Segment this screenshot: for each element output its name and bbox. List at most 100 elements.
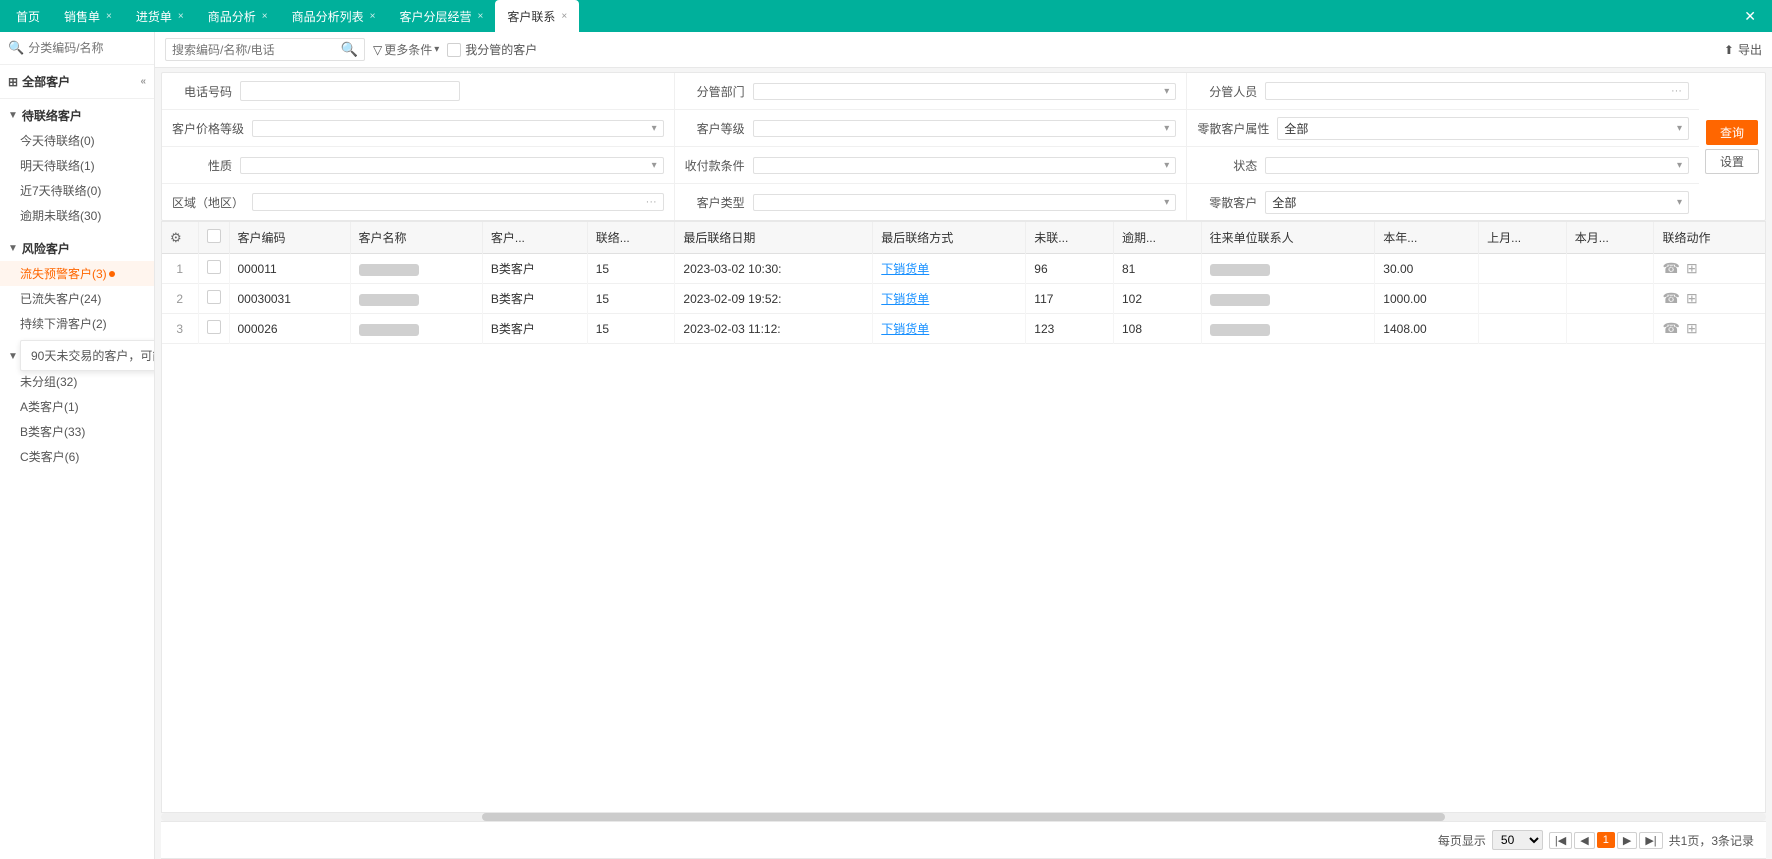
tab-product-analysis[interactable]: 商品分析 × [196,0,280,32]
customer-type-select[interactable]: ▾ [753,194,1177,211]
table-row: 1 000011 B类客户 15 2023-03-02 10:30: 下销货单 … [162,254,1765,284]
tab-sales[interactable]: 销售单 × [52,0,124,32]
page-first-btn[interactable]: |◀ [1549,832,1572,849]
col-unlinked-days: 未联... [1026,222,1114,254]
filter-cell-zero-customer: 零散客户 全部 ▾ [1187,184,1699,220]
page-next-btn[interactable]: ▶ [1617,832,1637,849]
tab-close-customer-contact[interactable]: × [561,11,567,22]
tab-customer-contact[interactable]: 客户联系 × [495,0,579,32]
sidebar-item-class-b[interactable]: B类客户(33) [0,419,154,444]
phone-input[interactable] [240,81,460,101]
filter-cell-customer-grade: 客户等级 ▾ [675,110,1188,146]
contact-method-link-2[interactable]: 下销货单 [881,322,929,336]
row-check-0[interactable] [207,260,221,274]
customer-grade-select[interactable]: ▾ [753,120,1177,137]
export-button[interactable]: ⬆ 导出 [1724,41,1762,58]
page-prev-btn[interactable]: ◀ [1574,832,1594,849]
customer-table-area: ⚙ 客户编码 客户名称 客户... [161,221,1766,813]
scrollbar-thumb [482,813,1445,821]
gender-select[interactable]: ▾ [240,157,664,174]
action-contact-1[interactable]: ☎ [1662,290,1679,307]
tab-product-analysis-list[interactable]: 商品分析列表 × [280,0,388,32]
sidebar-item-churned[interactable]: 已流失客户(24) [0,286,154,311]
sidebar-item-declining[interactable]: 持续下滑客户(2) [0,311,154,336]
arrow-icon-waiting: ▼ [8,110,18,121]
region-more-icon[interactable]: ··· [646,196,657,208]
filter-cell-zero-attr: 零散客户属性 全部 ▾ [1187,110,1699,146]
row-last-contact-method: 下销货单 [873,284,1026,314]
tab-customer-tier[interactable]: 客户分层经营 × [387,0,495,32]
sidebar-item-class-c[interactable]: C类客户(6) [0,444,154,469]
sidebar-search-input[interactable] [28,41,146,55]
sidebar-item-class-a[interactable]: A类客户(1) [0,394,154,419]
tab-close-customer-tier[interactable]: × [477,11,483,22]
settings-button[interactable]: 设置 [1705,149,1759,174]
page-last-btn[interactable]: ▶| [1639,832,1662,849]
contact-method-link-0[interactable]: 下销货单 [881,262,929,276]
horizontal-scrollbar[interactable] [161,813,1766,821]
per-page-select[interactable]: 50 100 [1492,830,1543,850]
person-more-icon[interactable]: ··· [1671,85,1682,97]
page-current-btn[interactable]: 1 [1597,832,1615,848]
row-unlinked-days: 117 [1026,284,1114,314]
sidebar-item-7days-contact[interactable]: 近7天待联络(0) [0,178,154,203]
dept-select[interactable]: ▾ [753,83,1177,100]
query-button[interactable]: 查询 [1706,120,1758,145]
tab-purchase[interactable]: 进货单 × [124,0,196,32]
col-overdue: 逾期... [1113,222,1201,254]
main-search-button[interactable]: 🔍 [341,41,358,58]
tab-close-product-analysis-list[interactable]: × [370,11,376,22]
payment-label: 收付款条件 [685,157,745,174]
chevron-down-icon: ▾ [434,44,439,55]
sidebar-item-churn-warning[interactable]: 流失预警客户(3) [0,261,154,286]
table-settings-icon[interactable]: ⚙ [170,230,182,245]
action-more-1[interactable]: ⊞ [1686,290,1698,307]
select-all-checkbox[interactable] [207,229,221,243]
person-select[interactable]: ··· [1265,82,1689,100]
more-conditions-toggle[interactable]: ▽ 更多条件 ▾ [373,41,439,58]
table-row: 2 00030031 B类客户 15 2023-02-09 19:52: 下销货… [162,284,1765,314]
action-more-2[interactable]: ⊞ [1686,320,1698,337]
my-customers-checkbox: 我分管的客户 [447,41,537,58]
sidebar-item-tomorrow-contact[interactable]: 明天待联络(1) [0,153,154,178]
tab-close-product-analysis[interactable]: × [262,11,268,22]
row-code: 000026 [229,314,350,344]
row-customer-type: B类客户 [482,254,587,284]
row-last-contact-date: 2023-03-02 10:30: [675,254,873,284]
row-code: 00030031 [229,284,350,314]
sidebar-item-overdue-contact[interactable]: 逾期未联络(30) [0,203,154,228]
main-search-input[interactable] [172,43,341,57]
all-customers-item[interactable]: ⊞ 全部客户 « [0,65,154,99]
row-check-2[interactable] [207,320,221,334]
filter-row-3: 性质 ▾ 收付款条件 ▾ 状态 [162,147,1699,184]
sidebar-item-today-contact[interactable]: 今天待联络(0) [0,128,154,153]
action-more-0[interactable]: ⊞ [1686,260,1698,277]
blurred-name-1 [359,294,419,306]
payment-select[interactable]: ▾ [753,157,1177,174]
status-select[interactable]: ▾ [1265,157,1689,174]
region-select[interactable]: ··· [252,193,664,211]
tab-close-sales[interactable]: × [106,11,112,22]
price-grade-select[interactable]: ▾ [252,120,664,137]
tab-home[interactable]: 首页 [4,0,52,32]
contact-method-link-1[interactable]: 下销货单 [881,292,929,306]
group-waiting-contact: ▼ 待联络客户 今天待联络(0) 明天待联络(1) 近7天待联络(0) 逾期未联… [0,99,154,232]
top-tab-bar: 首页 销售单 × 进货单 × 商品分析 × 商品分析列表 × 客户分层经营 × … [0,0,1772,32]
tab-close-purchase[interactable]: × [178,11,184,22]
action-contact-0[interactable]: ☎ [1662,260,1679,277]
warning-dot [109,271,115,277]
zero-attr-select[interactable]: 全部 ▾ [1277,117,1689,140]
group-header-waiting[interactable]: ▼ 待联络客户 [0,103,154,128]
window-close-button[interactable]: ✕ [1732,8,1768,25]
row-last-contact-date: 2023-02-09 19:52: [675,284,873,314]
row-index: 1 [162,254,198,284]
my-customers-check[interactable] [447,43,461,57]
main-layout: 🔍 ⊞ 全部客户 « ▼ 待联络客户 今天待联络(0) 明天待联络(1) 近7天… [0,32,1772,859]
sidebar-item-ungrouped[interactable]: 未分组(32) [0,369,154,394]
row-checkbox [198,284,229,314]
col-last-contact-date: 最后联络日期 [675,222,873,254]
action-contact-2[interactable]: ☎ [1662,320,1679,337]
row-check-1[interactable] [207,290,221,304]
zero-customer-select[interactable]: 全部 ▾ [1265,191,1689,214]
group-header-risk[interactable]: ▼ 风险客户 [0,236,154,261]
